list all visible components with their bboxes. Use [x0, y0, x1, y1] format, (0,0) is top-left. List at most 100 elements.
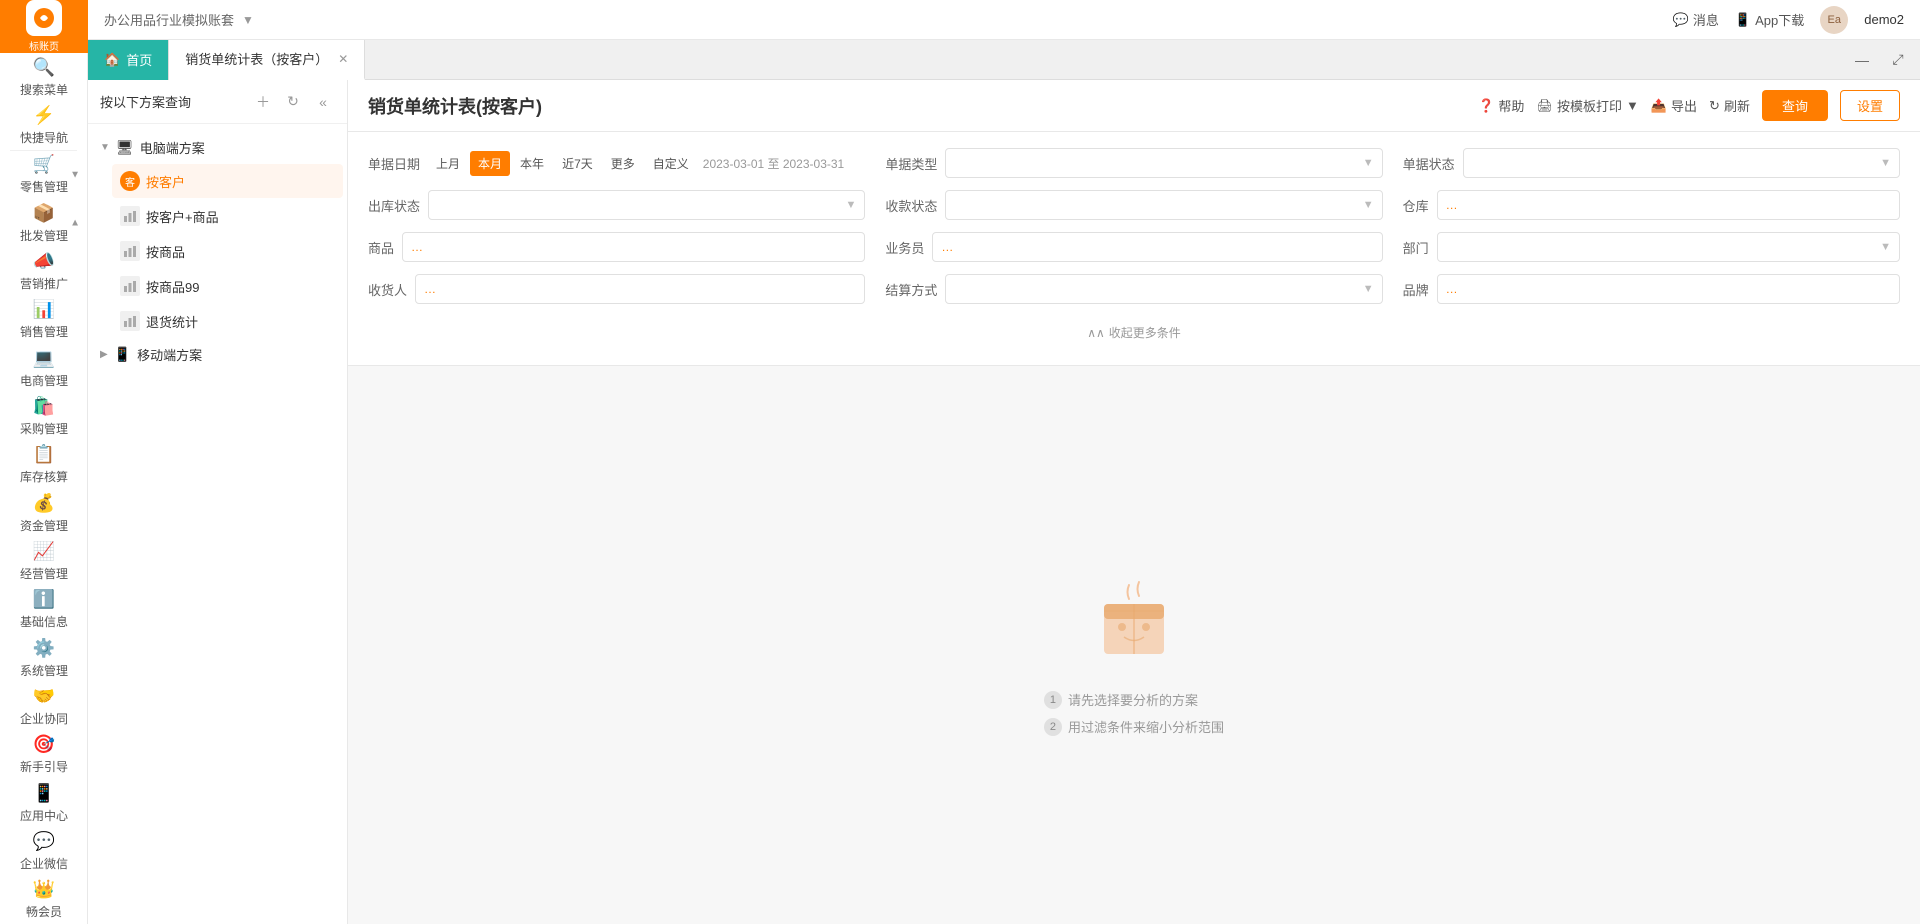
empty-tip-2-text: 用过滤条件来缩小分析范围 [1068, 717, 1224, 736]
date-btn-this-month[interactable]: 本月 [470, 151, 510, 176]
sidebar-item-finance[interactable]: 💰 资金管理 [0, 489, 88, 537]
product-filter[interactable]: … [402, 232, 865, 262]
collapse-up-icon: ∧∧ [1087, 326, 1105, 340]
sidebar-item-wechat[interactable]: 💬 企业微信 [0, 827, 88, 875]
logo[interactable]: 标账页 [0, 0, 88, 53]
receiver-label: 收货人 [368, 280, 407, 299]
refresh-button[interactable]: ↻ 刷新 [1709, 96, 1750, 115]
sidebar-item-shortcut[interactable]: ⚡ 快捷导航 [0, 101, 88, 149]
sidebar-item-label-ecommerce: 电商管理 [20, 372, 68, 389]
tab-sales-stat[interactable]: 销货单统计表（按客户） ✕ [169, 40, 365, 80]
tree-group-desktop: ▼ 🖥 电脑端方案 客 按客户 按客户+商品 [88, 132, 347, 338]
sidebar-item-newbie[interactable]: 🎯 新手引导 [0, 731, 88, 779]
date-btn-7days[interactable]: 近7天 [554, 151, 601, 176]
tree-item-by-customer[interactable]: 客 按客户 [112, 164, 343, 198]
tab-maximize-button[interactable]: ⤢ [1884, 46, 1912, 74]
sidebar-item-member[interactable]: 👑 畅会员 [0, 876, 88, 924]
sidebar-item-sales[interactable]: 📊 销售管理 [0, 296, 88, 344]
brand-label: 品牌 [1403, 280, 1429, 299]
refresh-scheme-button[interactable]: ↻ [281, 90, 305, 114]
type-filter[interactable]: ▼ [945, 148, 1382, 178]
appstore-icon: 📱 [33, 783, 55, 804]
by-customer-product-icon [120, 206, 140, 226]
home-icon: 🏠 [104, 52, 120, 68]
avatar-text: Ea [1828, 14, 1841, 26]
tree-item-by-customer-product-label: 按客户+商品 [146, 207, 219, 226]
app-download-icon: 📱 [1735, 12, 1751, 28]
sidebar-item-label-enterprise: 企业协同 [20, 710, 68, 727]
sidebar-item-label-basic: 基础信息 [20, 613, 68, 630]
avatar[interactable]: Ea [1820, 6, 1848, 34]
date-btn-custom[interactable]: 自定义 [645, 151, 697, 176]
tree-item-by-customer-product[interactable]: 按客户+商品 [112, 199, 343, 233]
date-control: 上月 本月 本年 近7天 更多 自定义 2023-03-01 至 2023-03… [428, 151, 865, 176]
delivery-filter[interactable]: ▼ [428, 190, 865, 220]
tree-children-desktop: 客 按客户 按客户+商品 [88, 164, 347, 338]
empty-tips: 1 请先选择要分析的方案 2 用过滤条件来缩小分析范围 [1044, 690, 1224, 736]
sidebar-item-search[interactable]: 🔍 搜索菜单 [0, 53, 88, 101]
payment-filter[interactable]: ▼ [945, 190, 1382, 220]
tree-group-mobile-header[interactable]: ▶ 📱 移动端方案 [88, 339, 347, 370]
sidebar-item-basic[interactable]: ℹ️ 基础信息 [0, 586, 88, 634]
page-title: 销货单统计表(按客户) [368, 93, 542, 119]
salesperson-label: 业务员 [885, 238, 924, 257]
tree-group-mobile: ▶ 📱 移动端方案 [88, 339, 347, 370]
sales-icon: 📊 [33, 299, 55, 320]
sidebar-item-marketing[interactable]: 📣 营销推广 [0, 247, 88, 295]
header-right: 💬 消息 📱 App下载 Ea demo2 [1673, 6, 1904, 34]
sidebar-item-inventory[interactable]: 📋 库存核算 [0, 441, 88, 489]
tree-item-by-product[interactable]: 按商品 [112, 234, 343, 268]
settings-button[interactable]: 设置 [1840, 90, 1900, 121]
tab-minimize-button[interactable]: — [1848, 46, 1876, 74]
logo-text: 标账页 [29, 38, 59, 53]
by-product-99-icon [120, 276, 140, 296]
settlement-filter[interactable]: ▼ [945, 274, 1382, 304]
header-dropdown-icon[interactable]: ▼ [242, 13, 254, 27]
status-filter[interactable]: ▼ [1463, 148, 1900, 178]
message-button[interactable]: 💬 消息 [1673, 10, 1719, 29]
tree-item-return-stats-label: 退货统计 [146, 312, 198, 331]
tab-home[interactable]: 🏠 首页 [88, 40, 169, 80]
left-panel: 按以下方案查询 ＋ ↻ « ▼ 🖥 电脑端方案 [88, 80, 348, 924]
warehouse-filter[interactable]: … [1437, 190, 1900, 220]
delivery-dropdown-icon: ▼ [845, 199, 856, 211]
tree-item-by-product-99[interactable]: 按商品99 [112, 269, 343, 303]
sidebar-item-enterprise[interactable]: 🤝 企业协同 [0, 682, 88, 730]
page-actions: ❓ 帮助 🖨 按模板打印 ▼ 📤 导出 ↻ 刷新 [1478, 90, 1900, 121]
tree-item-return-stats[interactable]: 退货统计 [112, 304, 343, 338]
sidebar-item-wholesale[interactable]: 📦 批发管理 ▲ [0, 199, 88, 247]
refresh-label: 刷新 [1724, 96, 1750, 115]
page-header: 销货单统计表(按客户) ❓ 帮助 🖨 按模板打印 ▼ 📤 导出 [348, 80, 1920, 132]
brand-filter[interactable]: … [1437, 274, 1900, 304]
sidebar-item-label-system: 系统管理 [20, 662, 68, 679]
collapse-panel-button[interactable]: « [311, 90, 335, 114]
sidebar-item-retail[interactable]: 🛒 零售管理 ▼ [0, 151, 88, 199]
export-button[interactable]: 📤 导出 [1651, 96, 1697, 115]
tree-item-by-customer-label: 按客户 [146, 172, 185, 191]
sidebar-item-purchase[interactable]: 🛍️ 采购管理 [0, 392, 88, 440]
content-wrapper: 按以下方案查询 ＋ ↻ « ▼ 🖥 电脑端方案 [88, 80, 1920, 924]
add-scheme-button[interactable]: ＋ [251, 90, 275, 114]
purchase-icon: 🛍️ [33, 396, 55, 417]
app-download-button[interactable]: 📱 App下载 [1735, 10, 1804, 29]
collapse-filters-button[interactable]: ∧∧ 收起更多条件 [1079, 316, 1189, 349]
tab-close-button[interactable]: ✕ [338, 52, 348, 66]
department-dropdown-icon: ▼ [1880, 241, 1891, 253]
tree-group-desktop-header[interactable]: ▼ 🖥 电脑端方案 [88, 132, 347, 163]
query-button[interactable]: 查询 [1762, 90, 1828, 121]
date-btn-this-year[interactable]: 本年 [512, 151, 552, 176]
sidebar-item-ecommerce[interactable]: 💻 电商管理 [0, 344, 88, 392]
sidebar-item-label-wholesale: 批发管理 [20, 227, 68, 244]
sidebar-item-operation[interactable]: 📈 经营管理 [0, 537, 88, 585]
salesperson-filter[interactable]: … [932, 232, 1382, 262]
sidebar-item-system[interactable]: ⚙️ 系统管理 [0, 634, 88, 682]
logo-icon [26, 0, 62, 36]
department-filter[interactable]: ▼ [1437, 232, 1900, 262]
sidebar-item-appstore[interactable]: 📱 应用中心 [0, 779, 88, 827]
type-dropdown-icon: ▼ [1363, 157, 1374, 169]
help-button[interactable]: ❓ 帮助 [1478, 96, 1524, 115]
print-button[interactable]: 🖨 按模板打印 ▼ [1536, 96, 1638, 115]
receiver-filter[interactable]: … [415, 274, 865, 304]
date-btn-more[interactable]: 更多 [603, 151, 643, 176]
date-btn-last-month[interactable]: 上月 [428, 151, 468, 176]
